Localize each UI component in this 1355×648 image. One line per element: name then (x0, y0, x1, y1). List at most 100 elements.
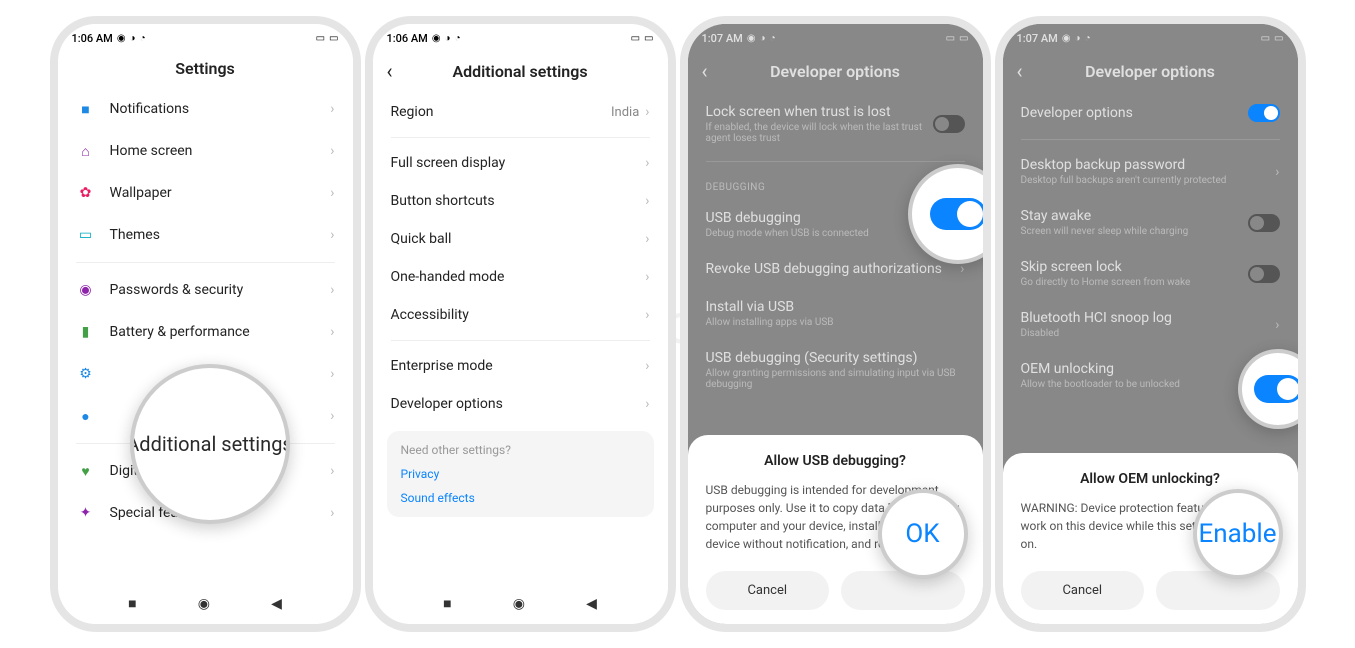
row-accessibility[interactable]: Accessibility› (387, 296, 654, 334)
enable-label: Enable (1199, 519, 1277, 549)
back-nav-icon[interactable]: ◀ (586, 596, 597, 612)
row-label: Desktop backup password (1021, 157, 1276, 173)
status-time: 1:07 AM (702, 32, 743, 45)
signal-icon: ▭ (631, 33, 640, 44)
status-icon: ◑ (445, 33, 451, 44)
row-usb-security[interactable]: USB debugging (Security settings) Allow g… (702, 339, 969, 401)
footer-label: Need other settings? (401, 443, 640, 457)
row-label: Passwords & security (110, 282, 331, 298)
chevron-right-icon: › (330, 227, 334, 243)
header: ‹ Additional settings (373, 49, 668, 93)
row-label: Wallpaper (110, 185, 331, 201)
status-icon: ◔ (140, 33, 146, 44)
row-label: Quick ball (391, 231, 646, 247)
special-icon: ✦ (76, 503, 96, 523)
phone-settings: 1:06 AM◉◑◔ ▭▭ Settings ■Notifications› ⌂… (58, 24, 353, 624)
chevron-right-icon: › (330, 101, 334, 117)
chevron-right-icon: › (645, 231, 649, 247)
sound-link[interactable]: Sound effects (401, 491, 640, 505)
chevron-right-icon: › (330, 366, 334, 382)
row-notifications[interactable]: ■Notifications› (72, 88, 339, 130)
chevron-right-icon: › (330, 505, 334, 521)
row-wallpaper[interactable]: ✿Wallpaper› (72, 172, 339, 214)
enable-button[interactable] (1156, 571, 1280, 610)
row-install-usb[interactable]: Install via USBAllow installing apps via… (702, 288, 969, 339)
recents-icon[interactable]: ■ (443, 595, 451, 612)
row-region[interactable]: RegionIndia› (387, 93, 654, 131)
row-label: Lock screen when trust is lost (706, 104, 933, 120)
row-label: Revoke USB debugging authorizations (706, 261, 961, 277)
divider (706, 161, 965, 162)
status-icon: ◔ (770, 33, 776, 44)
row-fullscreen[interactable]: Full screen display› (387, 144, 654, 182)
chevron-right-icon: › (645, 358, 649, 374)
row-skip-lock[interactable]: Skip screen lock Go directly to Home scre… (1017, 248, 1284, 299)
status-bar: 1:07 AM◉◑◔ ▭▭ (688, 24, 983, 49)
zoom-enable-button: Enable (1193, 489, 1283, 579)
row-label: USB debugging (Security settings) (706, 350, 965, 366)
home-nav-icon[interactable]: ◉ (513, 596, 525, 612)
recents-icon[interactable]: ■ (128, 595, 136, 612)
toggle-on[interactable] (1248, 104, 1280, 122)
row-dev-options[interactable]: Developer options (1017, 93, 1284, 133)
wallpaper-icon: ✿ (76, 183, 96, 203)
chevron-right-icon: › (330, 143, 334, 159)
row-passwords[interactable]: ◉Passwords & security› (72, 269, 339, 311)
nav-bar: ■ ◉ ◀ (373, 583, 668, 624)
row-label: Stay awake (1021, 208, 1248, 224)
toggle-off[interactable] (1248, 265, 1280, 283)
toggle-off[interactable] (1248, 214, 1280, 232)
row-label: Enterprise mode (391, 358, 646, 374)
battery-icon: ▭ (644, 33, 653, 44)
ok-label: OK (905, 519, 939, 549)
back-button[interactable]: ‹ (702, 59, 726, 83)
status-bar: 1:07 AM◉◑◔ ▭▭ (1003, 24, 1298, 49)
themes-icon: ▭ (76, 225, 96, 245)
zoom-additional-settings: Additional settings (130, 364, 290, 524)
header: ‹ Developer options (688, 49, 983, 93)
modal-title: Allow OEM unlocking? (1021, 471, 1280, 487)
privacy-link[interactable]: Privacy (401, 467, 640, 481)
row-label: Developer options (391, 396, 646, 412)
phone-additional-settings: 1:06 AM◉◑◔ ▭▭ ‹ Additional settings Regi… (373, 24, 668, 624)
row-developer[interactable]: Developer options› (387, 385, 654, 423)
row-enterprise[interactable]: Enterprise mode› (387, 347, 654, 385)
row-battery[interactable]: ▮Battery & performance› (72, 311, 339, 353)
row-revoke[interactable]: Revoke USB debugging authorizations› (702, 250, 969, 288)
row-quickball[interactable]: Quick ball› (387, 220, 654, 258)
battery-icon: ▮ (76, 322, 96, 342)
row-stay-awake[interactable]: Stay awakeScreen will never sleep while … (1017, 197, 1284, 248)
home-nav-icon[interactable]: ◉ (198, 596, 210, 612)
back-button[interactable]: ‹ (1017, 59, 1041, 83)
back-button[interactable]: ‹ (387, 59, 411, 83)
ok-button[interactable] (841, 571, 965, 610)
row-label: Skip screen lock (1021, 259, 1248, 275)
status-icon: ◉ (747, 33, 756, 44)
page-title: Additional settings (411, 62, 630, 81)
row-lock-trust[interactable]: Lock screen when trust is lostIf enabled… (702, 93, 969, 155)
status-icon: ◔ (1085, 33, 1091, 44)
row-shortcuts[interactable]: Button shortcuts› (387, 182, 654, 220)
row-onehanded[interactable]: One-handed mode› (387, 258, 654, 296)
status-bar: 1:06 AM◉◑◔ ▭▭ (373, 24, 668, 49)
cancel-button[interactable]: Cancel (706, 571, 830, 610)
row-themes[interactable]: ▭Themes› (72, 214, 339, 256)
toggle-on-icon: .phone:last-of-type .zoom-toggle::after{… (1254, 375, 1298, 403)
divider (391, 340, 650, 341)
toggle-off[interactable] (933, 115, 965, 133)
cancel-button[interactable]: Cancel (1021, 571, 1145, 610)
row-home-screen[interactable]: ⌂Home screen› (72, 130, 339, 172)
back-nav-icon[interactable]: ◀ (271, 596, 282, 612)
status-time: 1:07 AM (1017, 32, 1058, 45)
status-icon: ◑ (760, 33, 766, 44)
page-title: Developer options (726, 62, 945, 81)
row-sub: Allow installing apps via USB (706, 317, 965, 328)
row-sub: Go directly to Home screen from wake (1021, 277, 1248, 288)
phone-oem-unlocking: 1:07 AM◉◑◔ ▭▭ ‹ Developer options Develo… (1003, 24, 1298, 624)
row-backup[interactable]: Desktop backup passwordDesktop full back… (1017, 146, 1284, 197)
row-hci[interactable]: Bluetooth HCI snoop logDisabled› (1017, 299, 1284, 350)
security-icon: ◉ (76, 280, 96, 300)
modal-title: Allow USB debugging? (706, 453, 965, 469)
divider (391, 137, 650, 138)
row-sub: Allow granting permissions and simulatin… (706, 368, 965, 390)
